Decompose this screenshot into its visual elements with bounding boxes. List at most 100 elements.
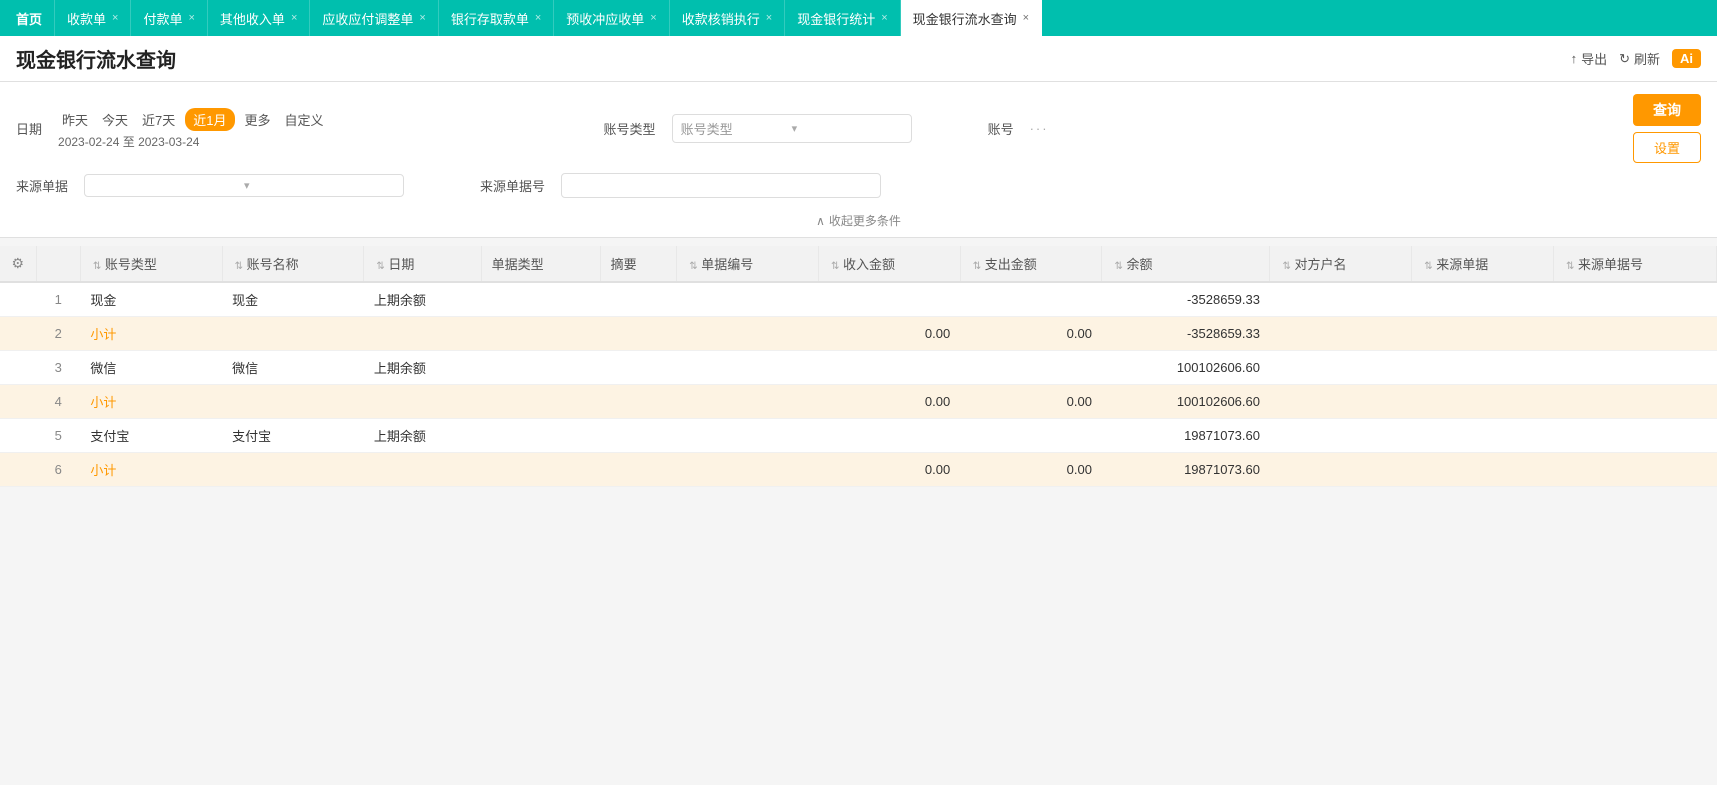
cell-doc-no (677, 453, 819, 487)
cell-income: 0.00 (818, 317, 960, 351)
query-button[interactable]: 查询 (1633, 94, 1701, 126)
cell-balance: 19871073.60 (1102, 453, 1270, 487)
cell-num: 1 (36, 282, 80, 317)
cell-expense: 0.00 (960, 317, 1102, 351)
cell-source-doc (1412, 385, 1554, 419)
cell-source-doc-no (1553, 453, 1716, 487)
cell-num: 5 (36, 419, 80, 453)
col-counterpart-sort-icon: ⇅ (1282, 261, 1290, 272)
col-income[interactable]: ⇅ 收入金额 (818, 246, 960, 282)
nav-tab-advance-offset-label: 预收冲应收单 (566, 9, 644, 28)
cell-balance: 100102606.60 (1102, 385, 1270, 419)
cell-source-doc-no (1553, 282, 1716, 317)
nav-tab-other-income-close[interactable]: × (291, 12, 297, 24)
more-btn[interactable]: 更多 (241, 108, 275, 131)
col-balance[interactable]: ⇅ 余额 (1102, 246, 1270, 282)
account-type-select[interactable]: 账号类型 ▾ (672, 114, 912, 143)
nav-tab-cash-bank-flow[interactable]: 现金银行流水查询 × (901, 0, 1042, 36)
cell-date: 上期余额 (364, 419, 481, 453)
cell-counterpart (1270, 453, 1412, 487)
cell-date (364, 453, 481, 487)
account-label: 账号 (988, 119, 1014, 138)
export-button[interactable]: ↑ 导出 (1571, 49, 1608, 68)
nav-tab-receipt-close[interactable]: × (112, 12, 118, 24)
cell-expense: 0.00 (960, 385, 1102, 419)
table-row: 1现金现金上期余额-3528659.33 (0, 282, 1717, 317)
refresh-button[interactable]: ↻ 刷新 (1619, 49, 1660, 68)
cell-num: 3 (36, 351, 80, 385)
cell-gear (0, 419, 36, 453)
account-dots[interactable]: ··· (1030, 121, 1049, 136)
nav-tab-ar-ap-adjust[interactable]: 应收应付调整单 × (310, 0, 438, 36)
collapse-up-icon: ∧ (816, 214, 825, 228)
table-row: 4小计0.000.00100102606.60 (0, 385, 1717, 419)
collapse-bar[interactable]: ∧ 收起更多条件 (16, 208, 1701, 229)
gear-icon[interactable]: ⚙ (11, 255, 24, 271)
col-doc-no[interactable]: ⇅ 单据编号 (677, 246, 819, 282)
cell-counterpart (1270, 419, 1412, 453)
nav-tab-collection-verify-close[interactable]: × (766, 12, 772, 24)
cell-income (818, 282, 960, 317)
col-gear[interactable]: ⚙ (0, 246, 36, 282)
nav-tab-cash-bank-flow-close[interactable]: × (1023, 12, 1029, 24)
date-filter-label: 日期 (16, 119, 42, 138)
col-counterpart[interactable]: ⇅ 对方户名 (1270, 246, 1412, 282)
col-source-doc-no-sort-icon: ⇅ (1566, 261, 1574, 272)
nav-tab-other-income[interactable]: 其他收入单 × (208, 0, 310, 36)
cell-account-type: 微信 (80, 351, 222, 385)
cell-balance: 100102606.60 (1102, 351, 1270, 385)
source-doc-select[interactable]: ▾ (84, 174, 404, 197)
last1m-btn[interactable]: 近1月 (185, 108, 234, 131)
col-summary: 摘要 (600, 246, 677, 282)
yesterday-btn[interactable]: 昨天 (58, 108, 92, 131)
account-type-arrow-icon: ▾ (792, 122, 903, 135)
settings-button[interactable]: 设置 (1633, 132, 1701, 163)
nav-tab-receipt[interactable]: 收款单 × (55, 0, 131, 36)
nav-tab-cash-bank-stat-label: 现金银行统计 (797, 9, 875, 28)
custom-btn[interactable]: 自定义 (281, 108, 328, 131)
cell-account-name: 微信 (222, 351, 364, 385)
col-source-doc-no[interactable]: ⇅ 来源单据号 (1553, 246, 1716, 282)
col-date[interactable]: ⇅ 日期 (364, 246, 481, 282)
col-balance-sort-icon: ⇅ (1114, 261, 1122, 272)
action-buttons: 查询 设置 (1633, 94, 1701, 163)
cell-gear (0, 385, 36, 419)
col-account-name[interactable]: ⇅ 账号名称 (222, 246, 364, 282)
cell-source-doc (1412, 282, 1554, 317)
cell-counterpart (1270, 317, 1412, 351)
cell-num: 2 (36, 317, 80, 351)
nav-tab-advance-offset-close[interactable]: × (650, 12, 656, 24)
nav-tab-advance-offset[interactable]: 预收冲应收单 × (554, 0, 669, 36)
nav-tab-bank-deposit[interactable]: 银行存取款单 × (439, 0, 554, 36)
nav-tab-collection-verify-label: 收款核销执行 (682, 9, 760, 28)
cell-counterpart (1270, 351, 1412, 385)
nav-tab-cash-bank-stat-close[interactable]: × (881, 12, 887, 24)
cell-gear (0, 453, 36, 487)
cell-account-type: 支付宝 (80, 419, 222, 453)
nav-tab-cash-bank-stat[interactable]: 现金银行统计 × (785, 0, 900, 36)
nav-tab-payment[interactable]: 付款单 × (131, 0, 207, 36)
col-expense[interactable]: ⇅ 支出金额 (960, 246, 1102, 282)
nav-tab-home[interactable]: 首页 (4, 0, 55, 36)
last7-btn[interactable]: 近7天 (138, 108, 179, 131)
today-btn[interactable]: 今天 (98, 108, 132, 131)
col-account-type[interactable]: ⇅ 账号类型 (80, 246, 222, 282)
table-body: 1现金现金上期余额-3528659.332小计0.000.00-3528659.… (0, 282, 1717, 487)
col-source-doc[interactable]: ⇅ 来源单据 (1412, 246, 1554, 282)
cell-expense (960, 282, 1102, 317)
nav-tab-collection-verify[interactable]: 收款核销执行 × (670, 0, 785, 36)
ai-button[interactable]: Ai (1672, 49, 1701, 68)
nav-tab-bank-deposit-label: 银行存取款单 (451, 9, 529, 28)
page-title: 现金银行流水查询 (16, 44, 176, 73)
cell-account-type: 现金 (80, 282, 222, 317)
cell-doc-type (481, 282, 600, 317)
nav-tab-payment-close[interactable]: × (188, 12, 194, 24)
cell-summary (600, 351, 677, 385)
cell-summary (600, 385, 677, 419)
nav-tab-ar-ap-adjust-close[interactable]: × (419, 12, 425, 24)
col-expense-sort-icon: ⇅ (973, 261, 981, 272)
nav-tab-bank-deposit-close[interactable]: × (535, 12, 541, 24)
source-doc-no-input[interactable] (561, 173, 881, 198)
cell-doc-type (481, 419, 600, 453)
cell-doc-no (677, 419, 819, 453)
